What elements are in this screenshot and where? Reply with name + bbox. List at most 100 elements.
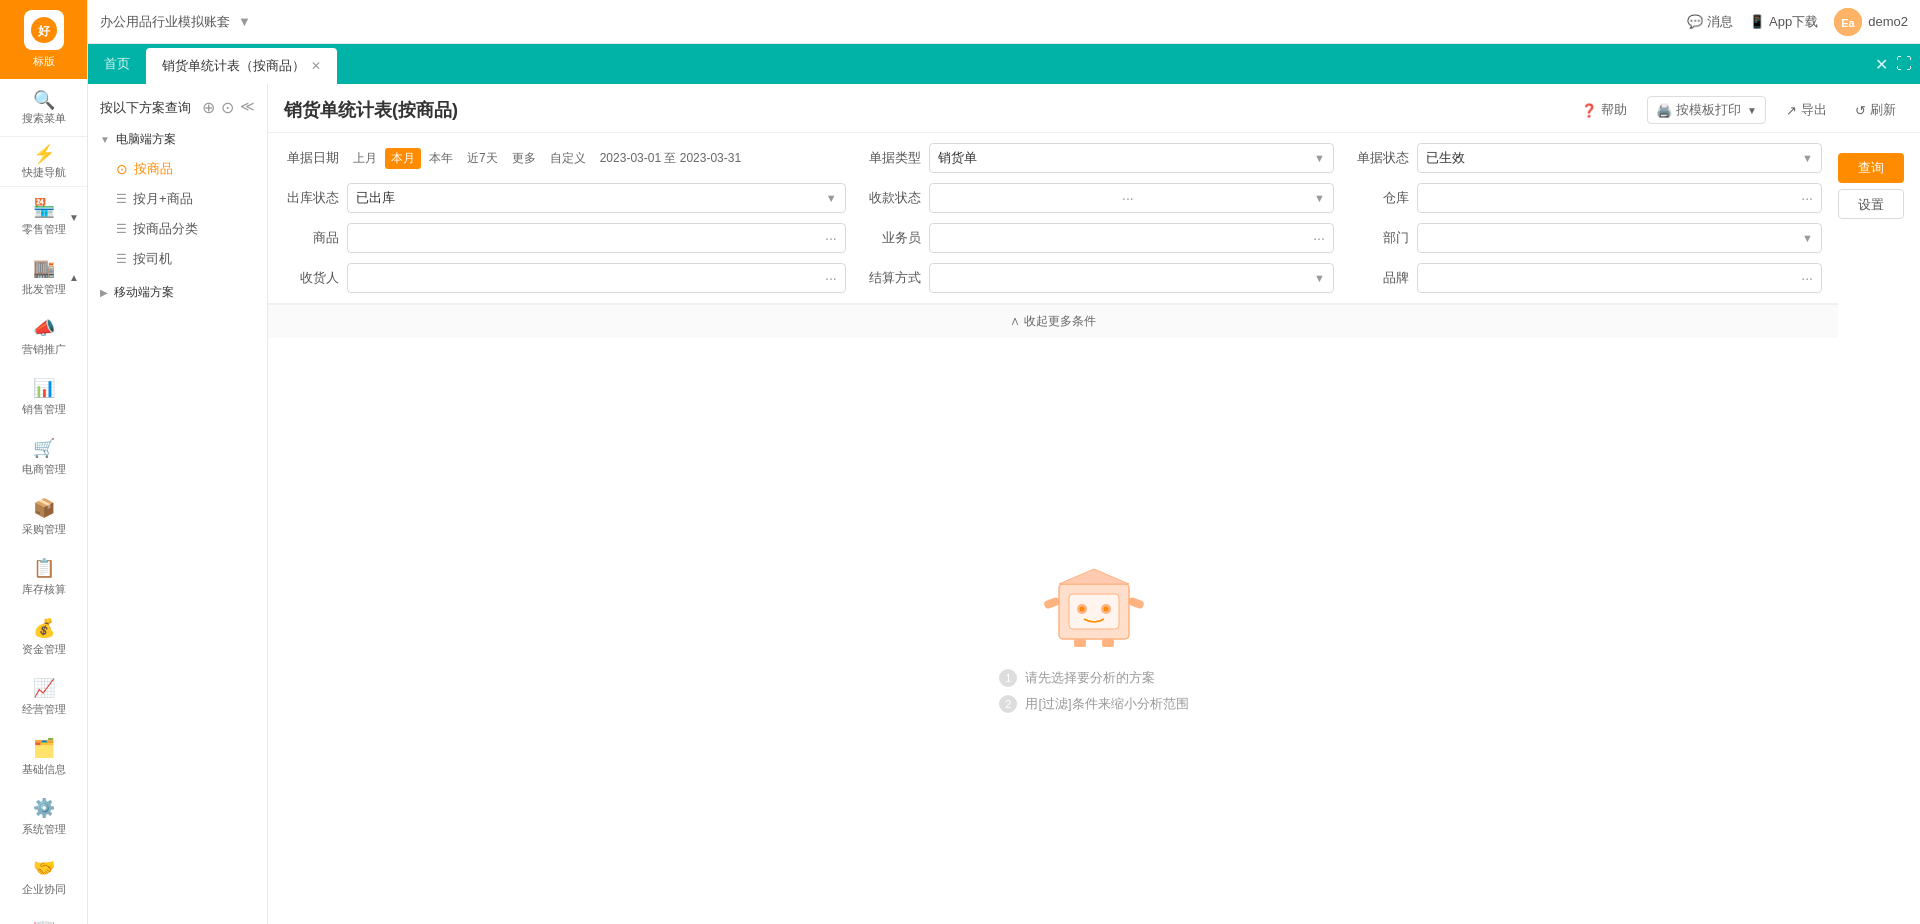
filter-cell-receiptstatus: 收款状态 ··· ▼: [866, 183, 1334, 213]
doctype-dropdown-icon: ▼: [1314, 152, 1325, 164]
purchase-label: 采购管理: [22, 522, 66, 537]
tree-item-by-product[interactable]: ⊙ 按商品: [88, 154, 267, 184]
brand-dropdown[interactable]: ···: [1417, 263, 1822, 293]
product-dots[interactable]: ···: [825, 230, 837, 246]
sidebar-item-wholesale[interactable]: 🏬 批发管理 ▲: [0, 247, 87, 307]
tab-minimize-icon[interactable]: ✕: [1875, 55, 1888, 74]
salesperson-dots[interactable]: ···: [1313, 230, 1325, 246]
expand-mobile-icon: ▶: [100, 287, 108, 298]
add-scheme-btn[interactable]: ⊕: [202, 98, 215, 117]
collapse-panel-btn[interactable]: ≪: [240, 98, 255, 117]
date-tab-last-month[interactable]: 上月: [347, 148, 383, 169]
app-download-btn[interactable]: 📱 App下载: [1749, 13, 1818, 31]
doctype-dropdown[interactable]: 销货单 ▼: [929, 143, 1334, 173]
svg-rect-11: [1074, 639, 1086, 647]
recipient-dropdown[interactable]: ···: [347, 263, 846, 293]
date-tab-more[interactable]: 更多: [506, 148, 542, 169]
payment-dropdown[interactable]: ▼: [929, 263, 1334, 293]
department-dropdown-icon: ▼: [1802, 232, 1813, 244]
sidebar-item-operations[interactable]: 📈 经营管理: [0, 667, 87, 727]
outstatus-label: 出库状态: [284, 189, 339, 207]
help-btn[interactable]: ❓ 帮助: [1573, 97, 1635, 123]
search-menu-item[interactable]: 🔍 搜索菜单: [0, 79, 87, 137]
tree-item-by-scanner[interactable]: ☰ 按司机: [88, 244, 267, 274]
marketing-label: 营销推广: [22, 342, 66, 357]
quick-nav-item[interactable]: ⚡ 快捷导航: [0, 137, 87, 187]
user-profile-btn[interactable]: Ea demo2: [1834, 8, 1908, 36]
reset-button[interactable]: 设置: [1838, 189, 1904, 219]
receiptstatus-dropdown-icon: ▼: [1314, 192, 1325, 204]
svg-rect-12: [1102, 639, 1114, 647]
sidebar-item-inventory[interactable]: 📋 库存核算: [0, 547, 87, 607]
date-tab-7days[interactable]: 近7天: [461, 148, 504, 169]
receiptstatus-dots[interactable]: ···: [1122, 190, 1134, 206]
filter-section-row1: 单据日期 上月 本月 本年 近7天 更多 自定义: [268, 133, 1838, 304]
product-dropdown[interactable]: ···: [347, 223, 846, 253]
warehouse-dropdown[interactable]: ···: [1417, 183, 1822, 213]
system-label: 系统管理: [22, 822, 66, 837]
by-month-product-label: 按月+商品: [133, 190, 193, 208]
cooperation-icon: 🤝: [33, 857, 55, 879]
salesperson-dropdown[interactable]: ···: [929, 223, 1334, 253]
ecommerce-icon: 🛒: [33, 437, 55, 459]
inventory-label: 库存核算: [22, 582, 66, 597]
collapse-btn[interactable]: ∧ 收起更多条件: [268, 304, 1838, 338]
filter-row-1: 单据日期 上月 本月 本年 近7天 更多 自定义: [284, 143, 1822, 173]
tab-sales-stat[interactable]: 销货单统计表（按商品） ✕: [146, 48, 337, 84]
filter-cell-payment: 结算方式 ▼: [866, 263, 1334, 293]
sidebar-item-ecommerce[interactable]: 🛒 电商管理: [0, 427, 87, 487]
date-tab-this-year[interactable]: 本年: [423, 148, 459, 169]
outstatus-dropdown[interactable]: 已出库 ▼: [347, 183, 846, 213]
header-actions: 💬 消息 📱 App下载 Ea demo2: [1687, 8, 1908, 36]
export-btn[interactable]: ↗ 导出: [1778, 97, 1835, 123]
outstatus-value: 已出库: [356, 189, 395, 207]
sidebar-item-cooperation[interactable]: 🤝 企业协同: [0, 847, 87, 907]
collapse-btn-label: ∧ 收起更多条件: [1010, 314, 1095, 328]
sidebar-item-system[interactable]: ⚙️ 系统管理: [0, 787, 87, 847]
svg-text:Ea: Ea: [1842, 17, 1856, 29]
date-tab-this-month[interactable]: 本月: [385, 148, 421, 169]
recipient-dots[interactable]: ···: [825, 270, 837, 286]
tab-close-icon[interactable]: ✕: [311, 59, 321, 73]
docstatus-dropdown[interactable]: 已生效 ▼: [1417, 143, 1822, 173]
message-icon: 💬: [1687, 14, 1703, 29]
sidebar-item-marketing[interactable]: 📣 营销推广: [0, 307, 87, 367]
department-dropdown[interactable]: ▼: [1417, 223, 1822, 253]
app-logo[interactable]: 好 标版: [0, 0, 87, 79]
sidebar-item-guide[interactable]: 📖 新手引导: [0, 907, 87, 924]
warehouse-dots[interactable]: ···: [1801, 190, 1813, 206]
print-btn[interactable]: 🖨️ 按模板打印 ▼: [1647, 96, 1766, 124]
date-tab-custom[interactable]: 自定义: [544, 148, 592, 169]
sidebar-item-finance[interactable]: 💰 资金管理: [0, 607, 87, 667]
message-btn[interactable]: 💬 消息: [1687, 13, 1733, 31]
filter-rows: 单据日期 上月 本月 本年 近7天 更多 自定义: [268, 133, 1838, 338]
sidebar-item-sales[interactable]: 📊 销售管理: [0, 367, 87, 427]
brand-dots[interactable]: ···: [1801, 270, 1813, 286]
tree-section-mobile[interactable]: ▶ 移动端方案: [88, 278, 267, 307]
month-product-icon: ☰: [116, 192, 127, 206]
tab-home[interactable]: 首页: [88, 44, 146, 84]
refresh-btn[interactable]: ↺ 刷新: [1847, 97, 1904, 123]
receiptstatus-dropdown[interactable]: ··· ▼: [929, 183, 1334, 213]
tree-item-by-category[interactable]: ☰ 按商品分类: [88, 214, 267, 244]
sidebar-item-retail[interactable]: 🏪 零售管理 ▼: [0, 187, 87, 247]
refresh-scheme-btn[interactable]: ⊙: [221, 98, 234, 117]
desktop-section-label: 电脑端方案: [116, 131, 176, 148]
salesperson-label: 业务员: [866, 229, 921, 247]
btn-group-right: 查询 设置: [1838, 143, 1920, 229]
tab-bar-actions: ✕ ⛶: [1875, 55, 1920, 74]
department-label: 部门: [1354, 229, 1409, 247]
expand-icon: ▼: [69, 212, 79, 223]
refresh-label: 刷新: [1870, 101, 1896, 119]
date-label: 单据日期: [284, 149, 339, 167]
sidebar-item-purchase[interactable]: 📦 采购管理: [0, 487, 87, 547]
tree-item-by-month-product[interactable]: ☰ 按月+商品: [88, 184, 267, 214]
tree-section-desktop[interactable]: ▼ 电脑端方案: [88, 125, 267, 154]
search-button[interactable]: 查询: [1838, 153, 1904, 183]
filter-cell-product: 商品 ···: [284, 223, 846, 253]
sidebar-item-basic[interactable]: 🗂️ 基础信息: [0, 727, 87, 787]
date-filter-group: 上月 本月 本年 近7天 更多 自定义 2023-03-01 至 2023-03…: [347, 148, 846, 169]
cooperation-label: 企业协同: [22, 882, 66, 897]
tip-text-2: 用[过滤]条件来缩小分析范围: [1025, 695, 1188, 713]
tab-fullscreen-icon[interactable]: ⛶: [1896, 55, 1912, 73]
